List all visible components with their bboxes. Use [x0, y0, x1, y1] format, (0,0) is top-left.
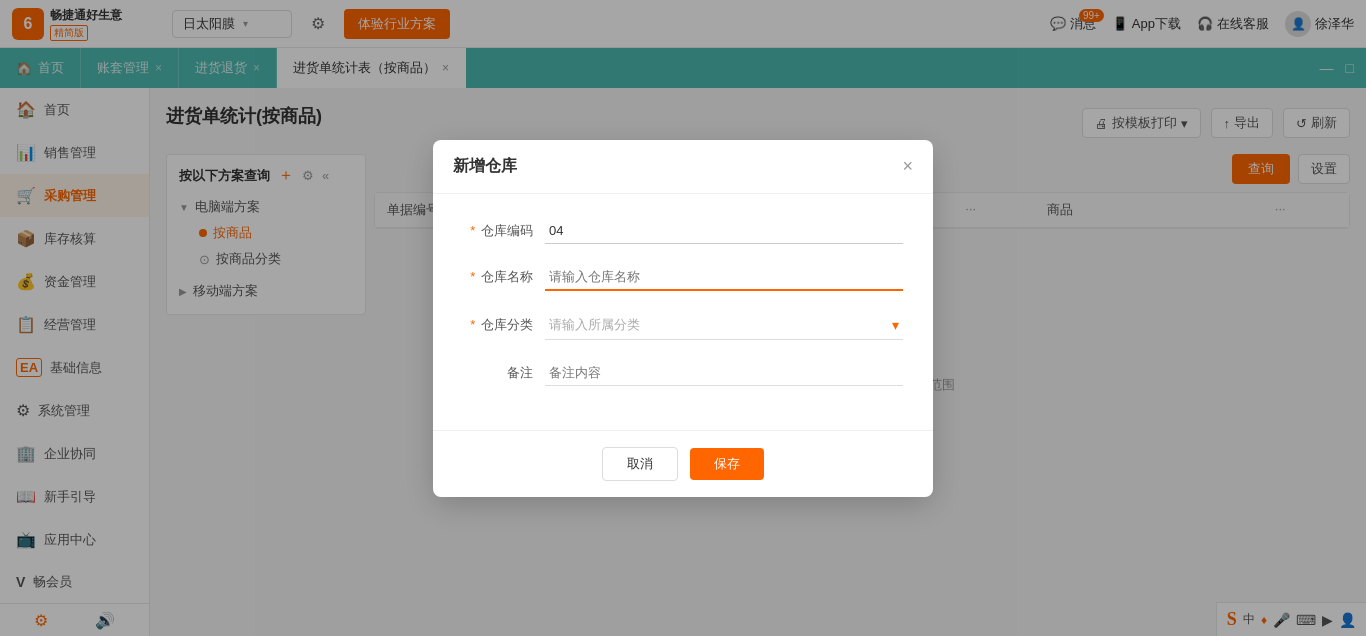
category-placeholder: 请输入所属分类 — [549, 316, 640, 334]
warehouse-name-label: * 仓库名称 — [463, 268, 533, 286]
warehouse-code-label: * 仓库编码 — [463, 222, 533, 240]
modal-overlay: 新增仓库 × * 仓库编码 * 仓库名称 * 仓库分 — [0, 0, 1366, 636]
modal-close-icon[interactable]: × — [902, 156, 913, 177]
warehouse-category-select[interactable]: 请输入所属分类 ▾ — [545, 311, 903, 340]
warehouse-note-input[interactable] — [545, 360, 903, 386]
warehouse-category-row: * 仓库分类 请输入所属分类 ▾ — [463, 311, 903, 340]
warehouse-code-input[interactable] — [545, 218, 903, 244]
warehouse-name-input[interactable] — [545, 264, 903, 291]
category-dropdown-icon: ▾ — [892, 317, 899, 333]
warehouse-note-row: 备注 — [463, 360, 903, 386]
warehouse-code-row: * 仓库编码 — [463, 218, 903, 244]
modal-footer: 取消 保存 — [433, 430, 933, 497]
modal-header: 新增仓库 × — [433, 140, 933, 194]
warehouse-category-label: * 仓库分类 — [463, 316, 533, 334]
required-star-2: * — [470, 269, 475, 284]
modal-body: * 仓库编码 * 仓库名称 * 仓库分类 请输入所属分类 ▾ — [433, 194, 933, 430]
modal-title: 新增仓库 — [453, 156, 517, 177]
required-star-1: * — [470, 223, 475, 238]
warehouse-note-label: 备注 — [463, 364, 533, 382]
save-button[interactable]: 保存 — [690, 448, 764, 480]
new-warehouse-modal: 新增仓库 × * 仓库编码 * 仓库名称 * 仓库分 — [433, 140, 933, 497]
warehouse-name-row: * 仓库名称 — [463, 264, 903, 291]
required-star-3: * — [470, 317, 475, 332]
cancel-button[interactable]: 取消 — [602, 447, 678, 481]
